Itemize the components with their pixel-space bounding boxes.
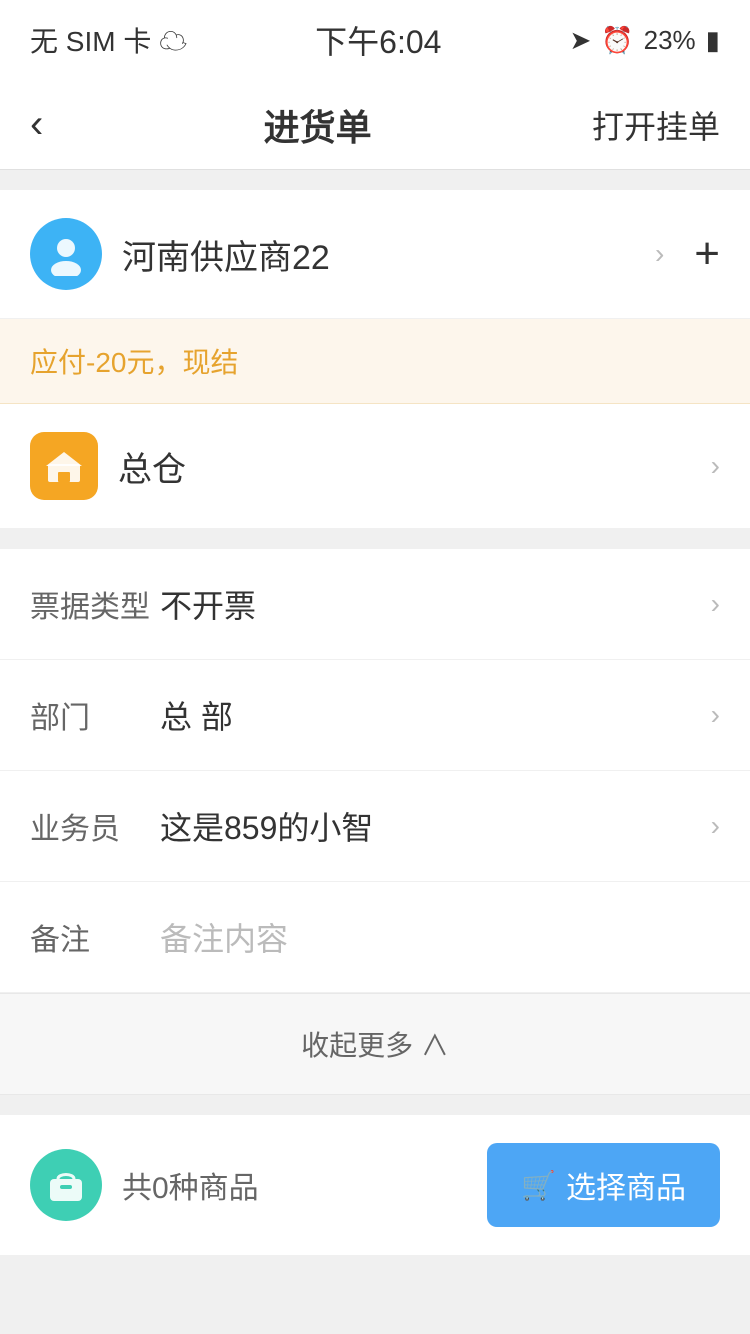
supplier-row: 河南供应商22 › + (0, 190, 750, 319)
alarm-icon: ⏰ (601, 25, 633, 56)
add-supplier-button[interactable]: + (694, 229, 720, 279)
sim-label: 无 SIM 卡 ☁ (30, 20, 187, 60)
department-row[interactable]: 部门 总 部 › (0, 660, 750, 771)
warehouse-chevron-icon: › (711, 450, 720, 482)
status-bar: 无 SIM 卡 ☁ 下午6:04 ➤ ⏰ 23% ▮ (0, 0, 750, 80)
invoice-type-chevron-icon: › (711, 588, 720, 620)
collapse-button[interactable]: 收起更多 ∧ (0, 993, 750, 1095)
remark-row[interactable]: 备注 备注内容 (0, 882, 750, 993)
salesperson-row[interactable]: 业务员 这是859的小智 › (0, 771, 750, 882)
back-button[interactable]: ‹ (30, 102, 43, 147)
supplier-chevron-icon: › (655, 238, 664, 270)
divider-top (0, 170, 750, 190)
product-row: 共0种商品 🛒 选择商品 (0, 1115, 750, 1255)
divider-mid (0, 529, 750, 549)
battery-label: 23% (644, 25, 696, 56)
user-icon (44, 232, 88, 276)
warehouse-icon (30, 432, 98, 500)
supplier-avatar (30, 218, 102, 290)
warehouse-name: 总仓 (118, 442, 711, 491)
remark-value[interactable]: 备注内容 (160, 914, 720, 960)
select-icon: 🛒 (521, 1169, 556, 1202)
alert-banner: 应付-20元，现结 (0, 319, 750, 404)
page-title: 进货单 (264, 99, 372, 151)
salesperson-chevron-icon: › (711, 810, 720, 842)
invoice-type-row[interactable]: 票据类型 不开票 › (0, 549, 750, 660)
open-pending-button[interactable]: 打开挂单 (592, 102, 720, 148)
alert-text: 应付-20元，现结 (30, 347, 238, 378)
select-btn-label: 选择商品 (566, 1163, 686, 1207)
product-bag-icon (44, 1163, 88, 1207)
invoice-type-value: 不开票 (160, 581, 711, 627)
status-time: 下午6:04 (315, 17, 441, 63)
department-label: 部门 (30, 693, 160, 737)
salesperson-label: 业务员 (30, 804, 160, 848)
department-value: 总 部 (160, 692, 711, 738)
department-chevron-icon: › (711, 699, 720, 731)
warehouse-row[interactable]: 总仓 › (0, 404, 750, 529)
remark-label: 备注 (30, 915, 160, 959)
status-right: ➤ ⏰ 23% ▮ (569, 25, 720, 56)
battery-icon: ▮ (706, 25, 720, 56)
select-product-button[interactable]: 🛒 选择商品 (487, 1143, 720, 1227)
supplier-name[interactable]: 河南供应商22 (122, 230, 655, 279)
nav-bar: ‹ 进货单 打开挂单 (0, 80, 750, 170)
salesperson-value: 这是859的小智 (160, 803, 711, 849)
product-icon (30, 1149, 102, 1221)
product-count: 共0种商品 (122, 1163, 487, 1207)
warehouse-icon-svg (44, 446, 84, 486)
invoice-type-label: 票据类型 (30, 582, 160, 626)
location-icon: ➤ (569, 25, 591, 56)
status-left: 无 SIM 卡 ☁ (30, 20, 187, 60)
